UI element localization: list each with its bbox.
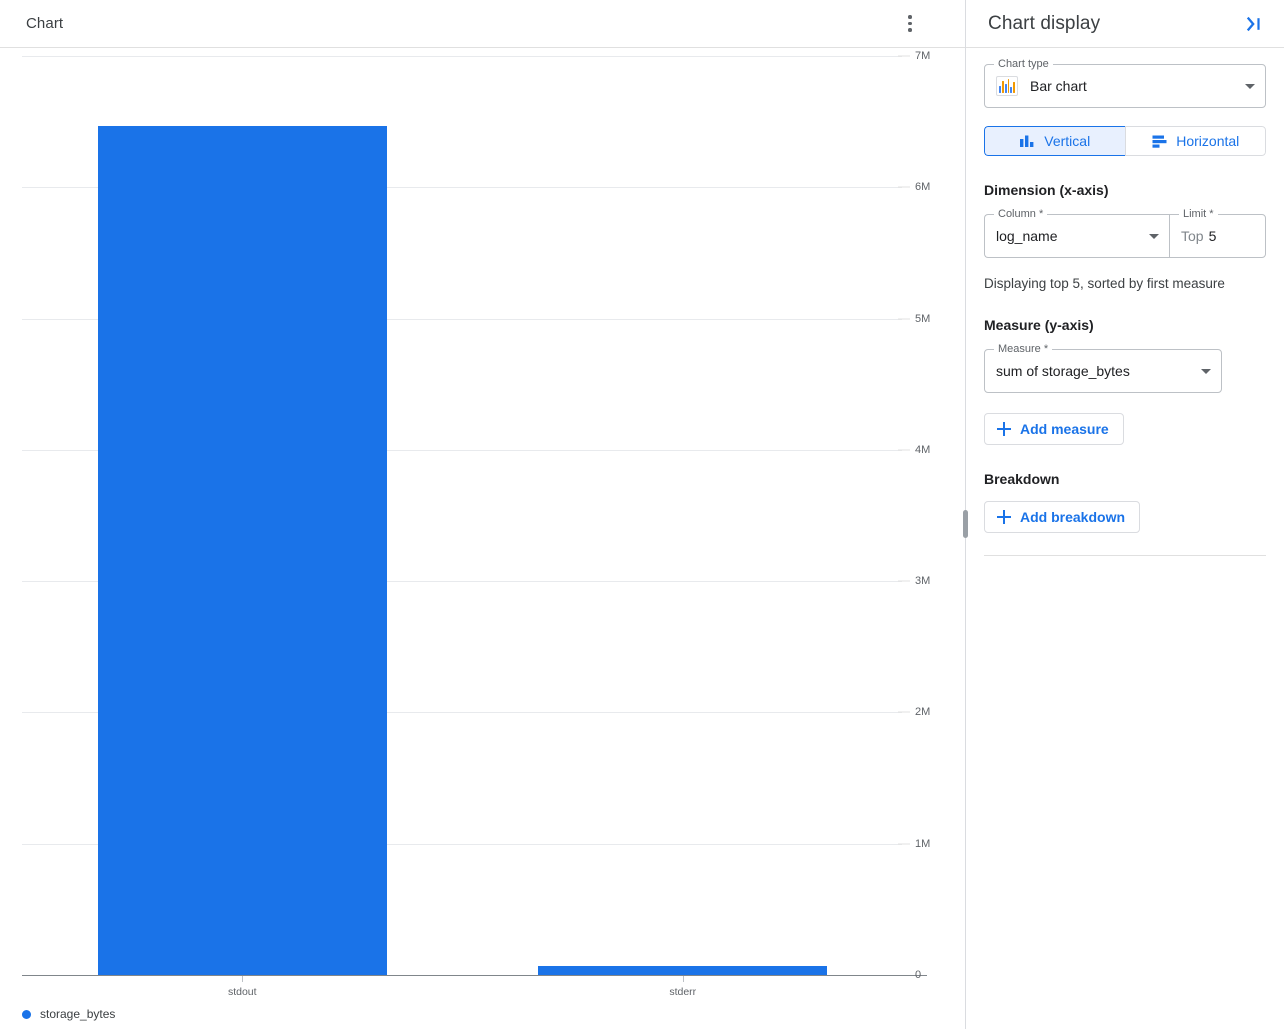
chevron-down-icon: [1149, 234, 1159, 239]
chevron-down-icon: [1245, 84, 1255, 89]
chart-type-value: Bar chart: [1030, 78, 1239, 94]
x-axis-tick-mark: [242, 976, 243, 982]
dimension-limit-label: Limit *: [1179, 208, 1218, 221]
chevron-down-icon: [1201, 369, 1211, 374]
page-title: Chart: [26, 15, 63, 32]
dimension-limit-input[interactable]: Limit * Top 5: [1169, 214, 1266, 258]
legend-color-swatch: [22, 1010, 31, 1019]
legend-item-label: storage_bytes: [40, 1007, 115, 1021]
dimension-column-select[interactable]: Column * log_name: [984, 214, 1169, 258]
panel-resize-handle[interactable]: [963, 510, 968, 538]
add-breakdown-label: Add breakdown: [1020, 509, 1125, 525]
limit-value: 5: [1209, 228, 1255, 244]
kebab-dot: [908, 15, 912, 19]
kebab-dot: [908, 28, 912, 32]
panel-body: Chart type Bar chart: [966, 48, 1284, 556]
orientation-horizontal-label: Horizontal: [1176, 133, 1239, 149]
vertical-bars-icon: [1019, 133, 1036, 149]
add-measure-row: Add measure: [984, 411, 1266, 445]
chart-plot-area: 7M6M5M4M3M2M1M0 stdoutstderr storage_byt…: [0, 48, 965, 1029]
plus-icon: [997, 422, 1011, 436]
dimension-section-title: Dimension (x-axis): [984, 182, 1266, 198]
panel-divider: [984, 555, 1266, 556]
measure-section-title: Measure (y-axis): [984, 317, 1266, 333]
add-measure-button[interactable]: Add measure: [984, 413, 1124, 445]
kebab-dot: [908, 22, 912, 26]
chart-legend[interactable]: storage_bytes: [22, 1007, 115, 1021]
orientation-vertical-button[interactable]: Vertical: [984, 126, 1125, 156]
collapse-panel-icon[interactable]: [1240, 9, 1270, 39]
chart-type-select[interactable]: Chart type Bar chart: [984, 64, 1266, 108]
dimension-helper-text: Displaying top 5, sorted by first measur…: [984, 276, 1266, 291]
orientation-vertical-label: Vertical: [1044, 133, 1090, 149]
chart-pane-header: Chart: [0, 0, 965, 48]
chart-builder-app: Chart 7M6M5M4M3M2M1M0 stdoutstderr stora…: [0, 0, 1284, 1029]
limit-prefix: Top: [1181, 228, 1204, 244]
dimension-column-label: Column *: [994, 208, 1047, 221]
bar-chart-icon: [996, 76, 1018, 96]
measure-select[interactable]: Measure * sum of storage_bytes: [984, 349, 1222, 393]
chart-pane: Chart 7M6M5M4M3M2M1M0 stdoutstderr stora…: [0, 0, 966, 1029]
measure-value: sum of storage_bytes: [996, 363, 1195, 379]
add-measure-label: Add measure: [1020, 421, 1109, 437]
plus-icon: [997, 510, 1011, 524]
dimension-fields: Column * log_name Limit * Top 5: [984, 214, 1266, 258]
breakdown-section-title: Breakdown: [984, 471, 1266, 487]
kebab-menu-icon[interactable]: [899, 13, 921, 35]
chart-type-label: Chart type: [994, 58, 1053, 71]
x-axis-tick-mark: [683, 976, 684, 982]
chart-display-panel: Chart display Chart type: [966, 0, 1284, 1029]
dimension-column-value: log_name: [996, 228, 1143, 244]
x-axis-tick-label: stdout: [228, 986, 257, 998]
measure-label: Measure *: [994, 343, 1052, 356]
horizontal-bars-icon: [1151, 133, 1168, 149]
x-axis-tick-label: stderr: [669, 986, 696, 998]
add-breakdown-button[interactable]: Add breakdown: [984, 501, 1140, 533]
panel-header: Chart display: [966, 0, 1284, 48]
panel-title: Chart display: [988, 13, 1100, 35]
orientation-toggle-group: Vertical Horizontal: [984, 126, 1266, 156]
chart-x-axis: stdout stderr: [0, 48, 965, 1029]
orientation-horizontal-button[interactable]: Horizontal: [1125, 126, 1267, 156]
